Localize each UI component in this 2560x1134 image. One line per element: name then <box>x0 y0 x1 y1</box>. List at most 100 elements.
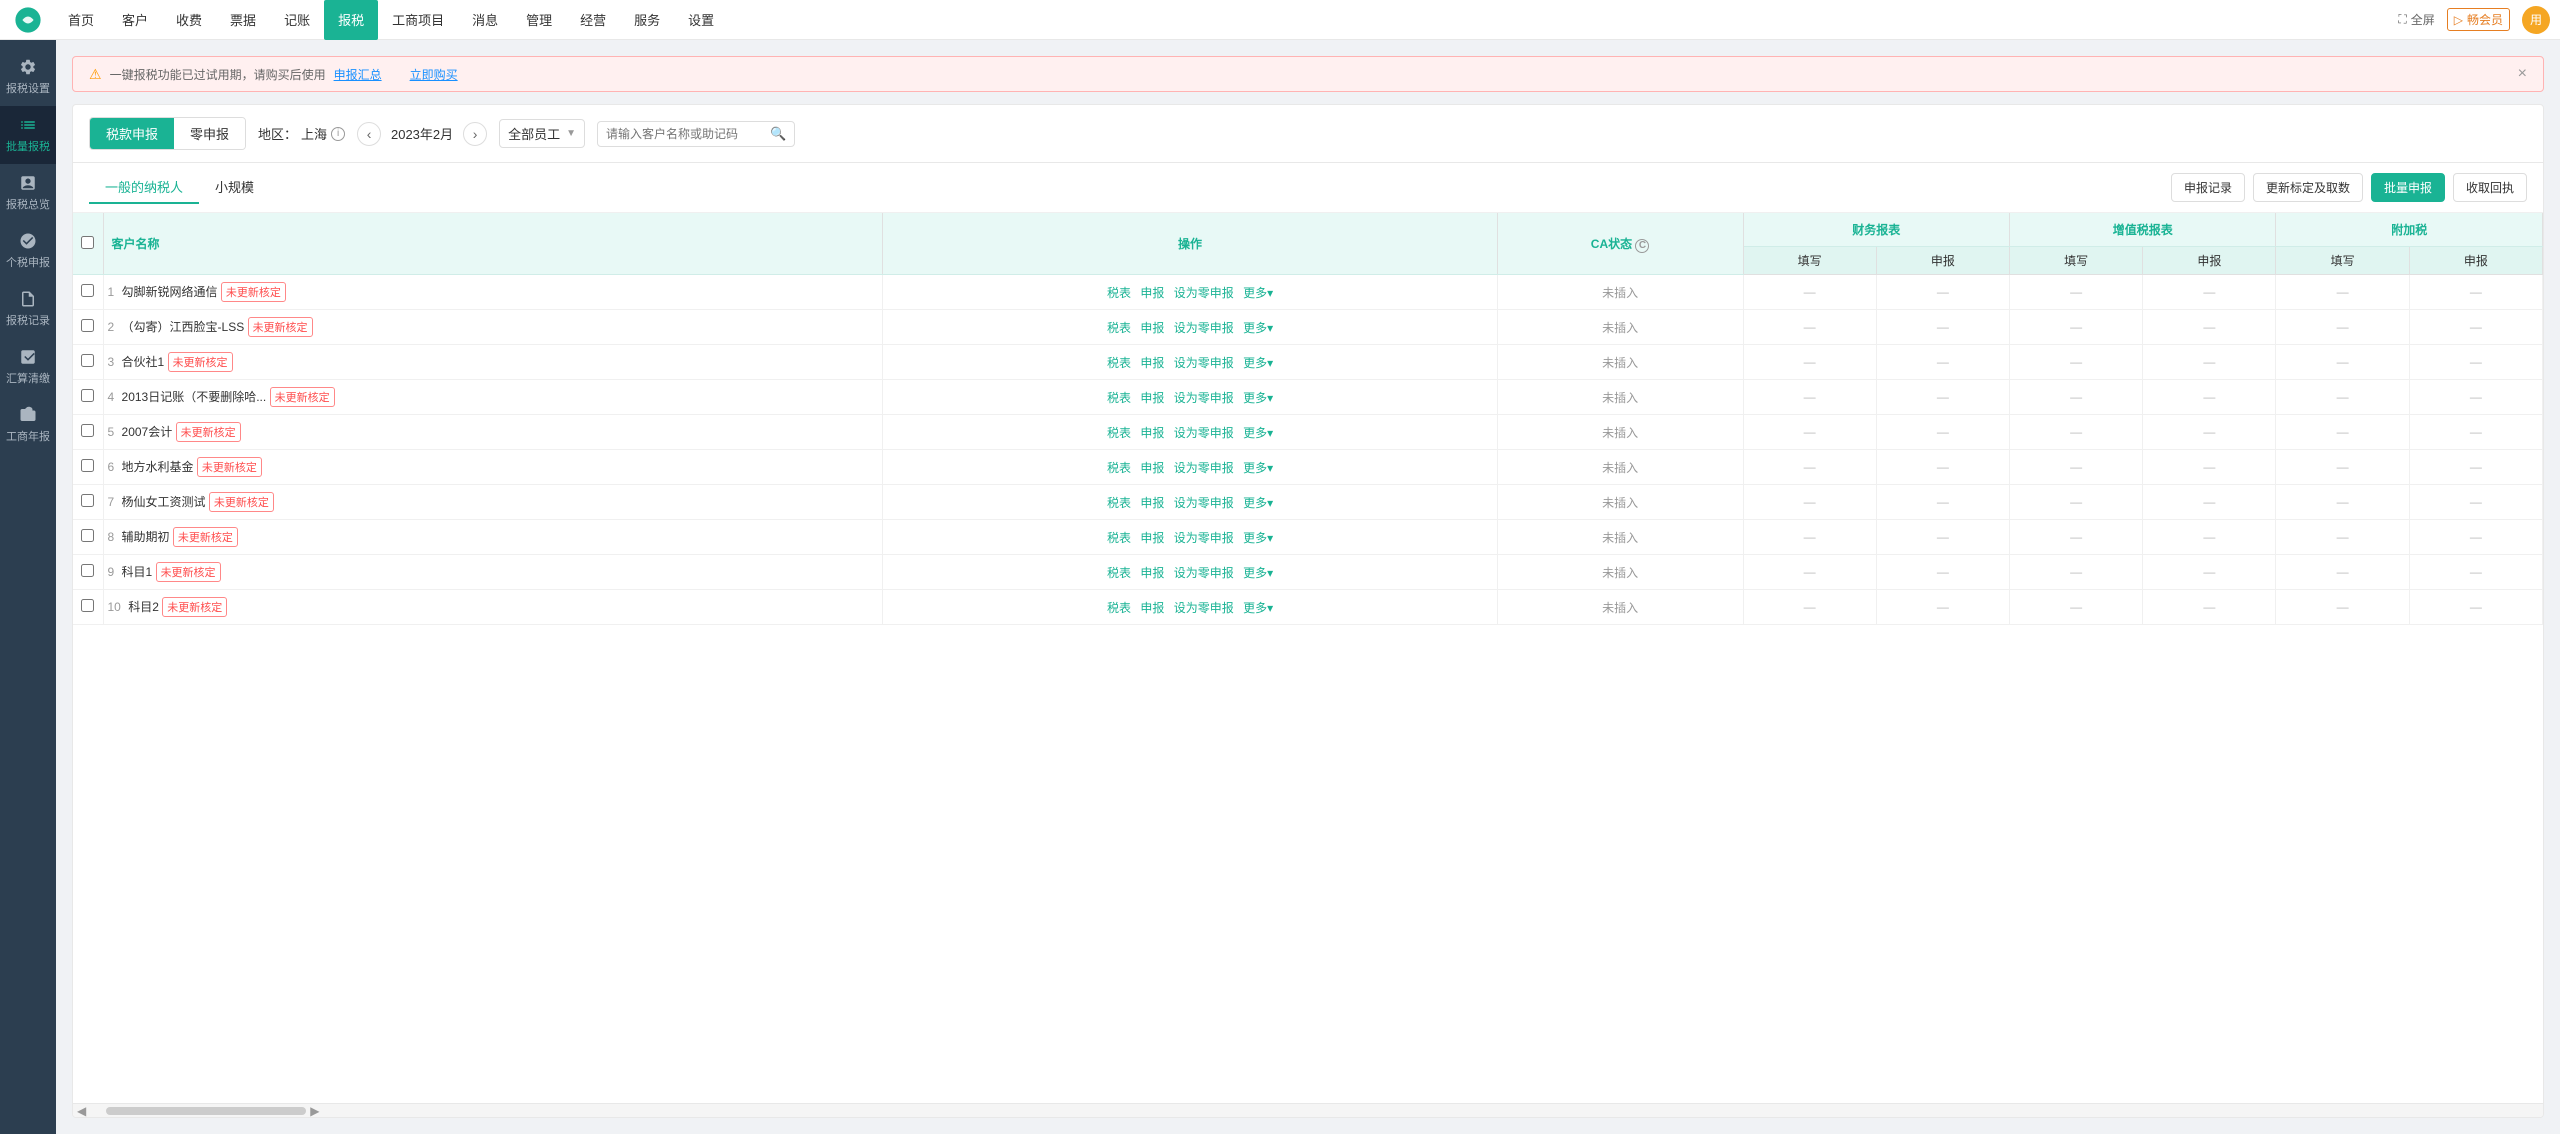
action-declare[interactable]: 申报 <box>1140 426 1164 440</box>
sidebar-item-batch-tax[interactable]: 批量报税 <box>0 106 56 164</box>
action-tax-form[interactable]: 税表 <box>1107 286 1131 300</box>
action-tax-form[interactable]: 税表 <box>1107 496 1131 510</box>
sidebar-item-records[interactable]: 报税记录 <box>0 280 56 338</box>
search-input[interactable] <box>606 127 766 141</box>
action-zero-declare[interactable]: 设为零申报 <box>1174 391 1234 405</box>
action-more[interactable]: 更多▾ <box>1243 321 1273 335</box>
horizontal-scrollbar[interactable] <box>106 1107 306 1115</box>
action-more[interactable]: 更多▾ <box>1243 566 1273 580</box>
action-declare[interactable]: 申报 <box>1140 286 1164 300</box>
tab-general-taxpayer[interactable]: 一般的纳税人 <box>89 171 199 204</box>
scroll-right-arrow[interactable]: ▶ <box>310 1104 319 1118</box>
region-value: 上海 <box>301 124 327 143</box>
action-zero-declare[interactable]: 设为零申报 <box>1174 496 1234 510</box>
action-more[interactable]: 更多▾ <box>1243 531 1273 545</box>
nav-invoice[interactable]: 票据 <box>216 0 270 40</box>
action-more[interactable]: 更多▾ <box>1243 601 1273 615</box>
action-declare[interactable]: 申报 <box>1140 461 1164 475</box>
action-tax-form[interactable]: 税表 <box>1107 391 1131 405</box>
vip-label: 畅会员 <box>2467 11 2503 28</box>
prev-month-button[interactable]: ‹ <box>357 122 381 146</box>
sidebar-item-personal-tax[interactable]: 个税申报 <box>0 222 56 280</box>
row-checkbox-9[interactable] <box>81 564 94 577</box>
row-checkbox-2[interactable] <box>81 319 94 332</box>
row-declare-2: — <box>2143 555 2276 590</box>
tab-tax-declare[interactable]: 税款申报 <box>90 118 174 149</box>
action-more[interactable]: 更多▾ <box>1243 461 1273 475</box>
action-zero-declare[interactable]: 设为零申报 <box>1174 566 1234 580</box>
nav-client[interactable]: 客户 <box>108 0 162 40</box>
ca-info-icon[interactable]: C <box>1635 239 1649 253</box>
alert-link-summary[interactable]: 申报汇总 <box>334 66 382 83</box>
employee-select[interactable]: 全部员工 ▼ <box>499 119 585 148</box>
row-checkbox-10[interactable] <box>81 599 94 612</box>
nav-service[interactable]: 服务 <box>620 0 674 40</box>
action-more[interactable]: 更多▾ <box>1243 496 1273 510</box>
row-checkbox-4[interactable] <box>81 389 94 402</box>
nav-settings[interactable]: 设置 <box>674 0 728 40</box>
sidebar-item-tax-settings[interactable]: 报税设置 <box>0 48 56 106</box>
sidebar-item-overview[interactable]: 报税总览 <box>0 164 56 222</box>
retrieve-button[interactable]: 收取回执 <box>2453 173 2527 202</box>
action-zero-declare[interactable]: 设为零申报 <box>1174 601 1234 615</box>
action-zero-declare[interactable]: 设为零申报 <box>1174 426 1234 440</box>
row-checkbox-1[interactable] <box>81 284 94 297</box>
row-operations: 税表 申报 设为零申报 更多▾ <box>883 555 1497 590</box>
records-button[interactable]: 申报记录 <box>2171 173 2245 202</box>
row-fill-1: — <box>1743 345 1876 380</box>
alert-close-button[interactable]: × <box>2518 65 2527 83</box>
search-icon[interactable]: 🔍 <box>770 126 786 142</box>
action-more[interactable]: 更多▾ <box>1243 391 1273 405</box>
action-zero-declare[interactable]: 设为零申报 <box>1174 461 1234 475</box>
nav-tax[interactable]: 报税 <box>324 0 378 40</box>
next-month-button[interactable]: › <box>463 122 487 146</box>
action-more[interactable]: 更多▾ <box>1243 426 1273 440</box>
row-checkbox-6[interactable] <box>81 459 94 472</box>
scroll-left-arrow[interactable]: ◀ <box>77 1104 86 1118</box>
action-tax-form[interactable]: 税表 <box>1107 321 1131 335</box>
batch-declare-button[interactable]: 批量申报 <box>2371 173 2445 202</box>
nav-message[interactable]: 消息 <box>458 0 512 40</box>
nav-manage[interactable]: 管理 <box>512 0 566 40</box>
action-zero-declare[interactable]: 设为零申报 <box>1174 531 1234 545</box>
vip-button[interactable]: ▷ 畅会员 <box>2447 8 2510 31</box>
nav-home[interactable]: 首页 <box>54 0 108 40</box>
action-more[interactable]: 更多▾ <box>1243 356 1273 370</box>
select-all-checkbox[interactable] <box>81 236 94 249</box>
action-tax-form[interactable]: 税表 <box>1107 356 1131 370</box>
action-tax-form[interactable]: 税表 <box>1107 426 1131 440</box>
row-checkbox-7[interactable] <box>81 494 94 507</box>
action-more[interactable]: 更多▾ <box>1243 286 1273 300</box>
action-zero-declare[interactable]: 设为零申报 <box>1174 356 1234 370</box>
action-declare[interactable]: 申报 <box>1140 356 1164 370</box>
action-declare[interactable]: 申报 <box>1140 321 1164 335</box>
nav-fee[interactable]: 收费 <box>162 0 216 40</box>
action-tax-form[interactable]: 税表 <box>1107 601 1131 615</box>
sidebar-item-calc[interactable]: 汇算清缴 <box>0 338 56 396</box>
tab-zero-declare[interactable]: 零申报 <box>174 118 245 149</box>
action-zero-declare[interactable]: 设为零申报 <box>1174 286 1234 300</box>
update-standards-button[interactable]: 更新标定及取数 <box>2253 173 2363 202</box>
action-tax-form[interactable]: 税表 <box>1107 531 1131 545</box>
action-zero-declare[interactable]: 设为零申报 <box>1174 321 1234 335</box>
alert-link-buy[interactable]: 立即购买 <box>410 66 458 83</box>
row-checkbox-3[interactable] <box>81 354 94 367</box>
nav-account[interactable]: 记账 <box>270 0 324 40</box>
action-declare[interactable]: 申报 <box>1140 496 1164 510</box>
action-tax-form[interactable]: 税表 <box>1107 461 1131 475</box>
avatar[interactable]: 用 <box>2522 6 2550 34</box>
row-checkbox-8[interactable] <box>81 529 94 542</box>
info-icon[interactable]: i <box>331 127 345 141</box>
action-declare[interactable]: 申报 <box>1140 531 1164 545</box>
tab-small-scale[interactable]: 小规模 <box>199 171 270 204</box>
action-declare[interactable]: 申报 <box>1140 601 1164 615</box>
table-row: 4 2013日记账（不要删除哈... 未更新核定 税表 申报 设为零申报 更多▾… <box>73 380 2543 415</box>
action-declare[interactable]: 申报 <box>1140 391 1164 405</box>
nav-business[interactable]: 工商项目 <box>378 0 458 40</box>
fullscreen-button[interactable]: ⛶ 全屏 <box>2398 11 2434 28</box>
row-checkbox-5[interactable] <box>81 424 94 437</box>
sidebar-item-business[interactable]: 工商年报 <box>0 396 56 454</box>
action-tax-form[interactable]: 税表 <box>1107 566 1131 580</box>
action-declare[interactable]: 申报 <box>1140 566 1164 580</box>
nav-operation[interactable]: 经营 <box>566 0 620 40</box>
